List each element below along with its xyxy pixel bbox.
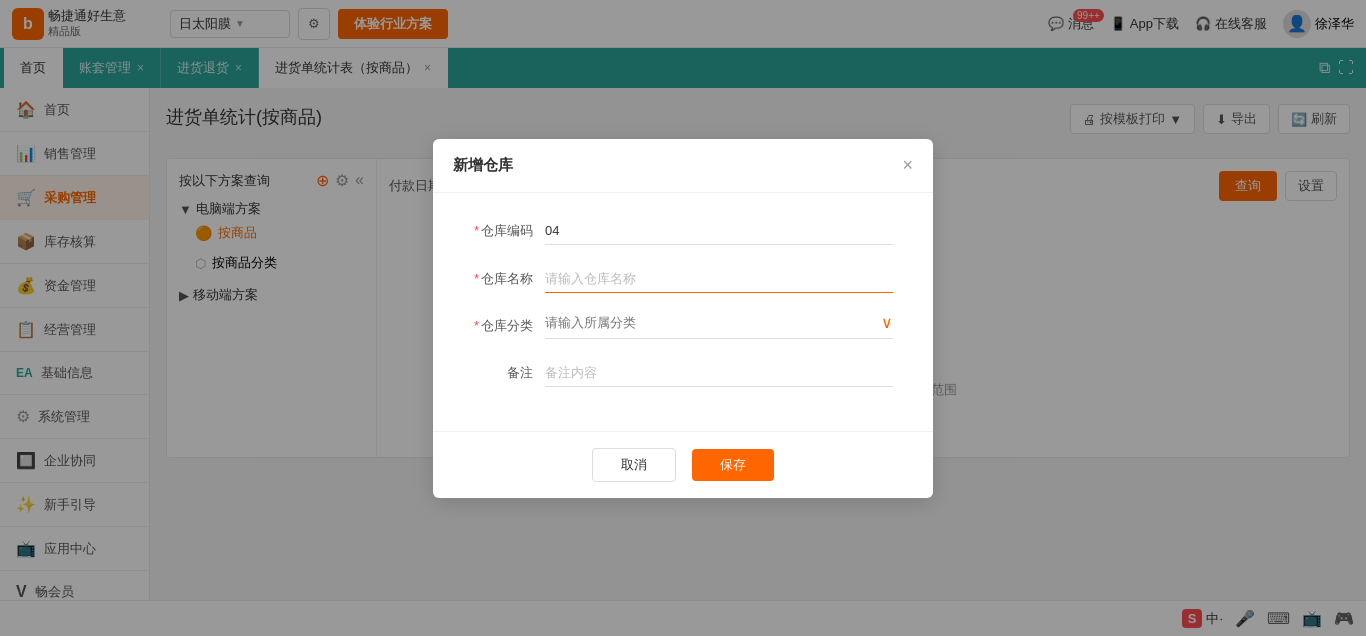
save-button[interactable]: 保存: [692, 449, 774, 481]
code-field-row: 仓库编码: [473, 217, 893, 245]
name-field-row: 仓库名称: [473, 265, 893, 293]
code-input[interactable]: [545, 217, 893, 245]
code-label: 仓库编码: [473, 222, 533, 240]
cancel-button[interactable]: 取消: [592, 448, 676, 482]
modal-close-button[interactable]: ×: [902, 155, 913, 176]
note-label: 备注: [473, 364, 533, 382]
add-warehouse-modal: 新增仓库 × 仓库编码 仓库名称 仓库分类 ∨: [433, 139, 933, 498]
modal-header: 新增仓库 ×: [433, 139, 933, 193]
name-input[interactable]: [545, 265, 893, 293]
category-input[interactable]: [545, 315, 881, 330]
modal-overlay[interactable]: 新增仓库 × 仓库编码 仓库名称 仓库分类 ∨: [0, 0, 1366, 636]
category-select-wrap[interactable]: ∨: [545, 313, 893, 339]
modal-body: 仓库编码 仓库名称 仓库分类 ∨ 备注: [433, 193, 933, 431]
category-field-row: 仓库分类 ∨: [473, 313, 893, 339]
category-label: 仓库分类: [473, 317, 533, 335]
modal-footer: 取消 保存: [433, 431, 933, 498]
name-label: 仓库名称: [473, 270, 533, 288]
note-input[interactable]: [545, 359, 893, 387]
note-field-row: 备注: [473, 359, 893, 387]
modal-title: 新增仓库: [453, 156, 513, 175]
category-arrow-icon: ∨: [881, 313, 893, 332]
